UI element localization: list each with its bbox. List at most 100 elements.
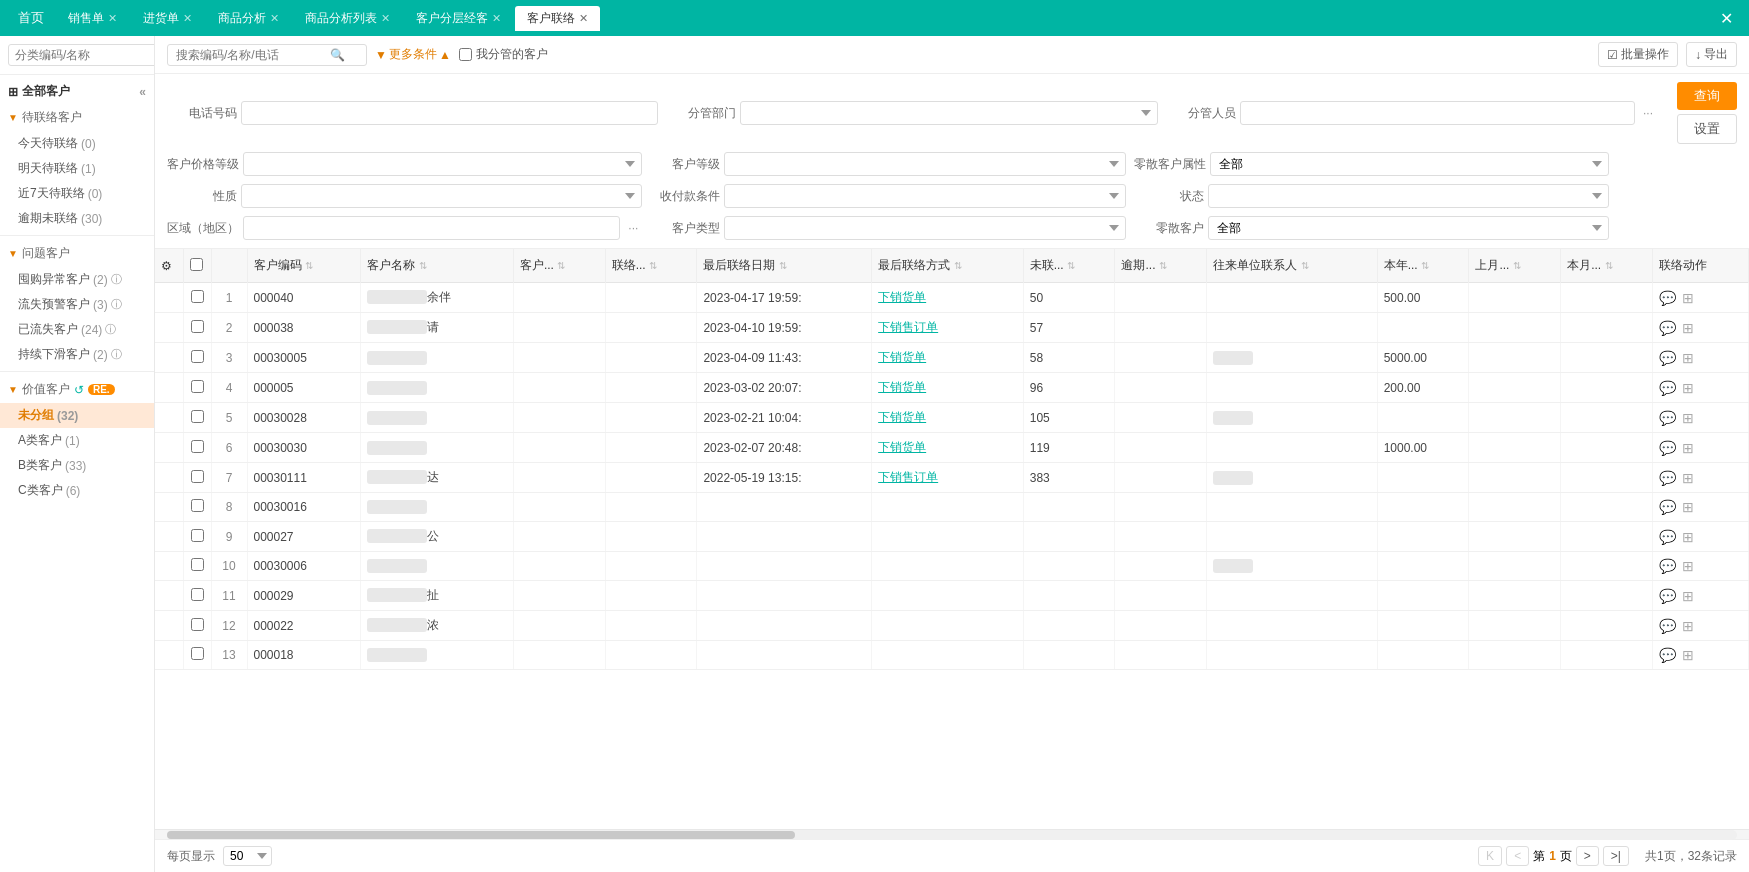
col-no-contact-header[interactable]: 未联... ⇅ (1023, 249, 1115, 283)
last-way-link[interactable]: 下销售订单 (878, 320, 938, 334)
last-way-link[interactable]: 下销售订单 (878, 470, 938, 484)
col-checkbox-cell[interactable] (183, 373, 211, 403)
status-select[interactable] (1208, 184, 1609, 208)
nav-home[interactable]: 首页 (8, 5, 54, 31)
sidebar-item-ungrouped[interactable]: 未分组 (32) (0, 403, 154, 428)
nav-tab-customer-contact[interactable]: 客户联络 ✕ (515, 6, 600, 31)
first-page-button[interactable]: K (1478, 846, 1502, 866)
col-type-header[interactable]: 客户... ⇅ (513, 249, 605, 283)
reset-button[interactable]: 设置 (1677, 114, 1737, 144)
message-icon[interactable]: 💬 (1659, 290, 1676, 306)
sidebar-item-a-class[interactable]: A类客户 (1) (0, 428, 154, 453)
message-icon[interactable]: 💬 (1659, 647, 1676, 663)
grid-action-icon[interactable]: ⊞ (1682, 588, 1694, 604)
row-checkbox[interactable] (191, 618, 204, 631)
export-button[interactable]: ↓ 导出 (1686, 42, 1737, 67)
horizontal-scrollbar[interactable] (155, 829, 1749, 839)
close-tab-purchase[interactable]: ✕ (183, 12, 192, 25)
grid-action-icon[interactable]: ⊞ (1682, 647, 1694, 663)
grid-action-icon[interactable]: ⊞ (1682, 320, 1694, 336)
sidebar-collapse-icon[interactable]: « (139, 85, 146, 99)
col-checkbox-cell[interactable] (183, 611, 211, 641)
col-checkbox-all[interactable] (183, 249, 211, 283)
col-checkbox-cell[interactable] (183, 433, 211, 463)
batch-op-button[interactable]: ☑ 批量操作 (1598, 42, 1678, 67)
grid-action-icon[interactable]: ⊞ (1682, 529, 1694, 545)
sidebar-item-overdue-waiting[interactable]: 逾期未联络 (30) (0, 206, 154, 231)
grid-action-icon[interactable]: ⊞ (1682, 499, 1694, 515)
scroll-thumb[interactable] (167, 831, 795, 839)
last-way-link[interactable]: 下销货单 (878, 410, 926, 424)
col-checkbox-cell[interactable] (183, 283, 211, 313)
col-checkbox-cell[interactable] (183, 343, 211, 373)
message-icon[interactable]: 💬 (1659, 320, 1676, 336)
sidebar-problem-section[interactable]: ▼ 问题客户 (0, 240, 154, 267)
col-checkbox-cell[interactable] (183, 641, 211, 670)
customer-level-select[interactable] (724, 152, 1125, 176)
grid-action-icon[interactable]: ⊞ (1682, 290, 1694, 306)
window-close-button[interactable]: ✕ (1712, 9, 1741, 28)
close-tab-product-list[interactable]: ✕ (381, 12, 390, 25)
message-icon[interactable]: 💬 (1659, 440, 1676, 456)
sidebar-item-tomorrow-waiting[interactable]: 明天待联络 (1) (0, 156, 154, 181)
sidebar-item-churn-warning[interactable]: 流失预警客户 (3) ⓘ (0, 292, 154, 317)
col-checkbox-cell[interactable] (183, 463, 211, 493)
message-icon[interactable]: 💬 (1659, 470, 1676, 486)
grid-action-icon[interactable]: ⊞ (1682, 558, 1694, 574)
prev-page-button[interactable]: < (1506, 846, 1529, 866)
retail-attr-select[interactable]: 全部 (1210, 152, 1609, 176)
row-checkbox[interactable] (191, 588, 204, 601)
row-checkbox[interactable] (191, 290, 204, 303)
col-last-date-header[interactable]: 最后联络日期 ⇅ (697, 249, 872, 283)
scroll-track[interactable] (167, 830, 1737, 840)
sidebar-score-section[interactable]: ▼ 价值客户 ↺ RE. (0, 376, 154, 403)
message-icon[interactable]: 💬 (1659, 588, 1676, 604)
sidebar-item-7days-waiting[interactable]: 近7天待联络 (0) (0, 181, 154, 206)
row-checkbox[interactable] (191, 558, 204, 571)
sidebar-item-declining[interactable]: 持续下滑客户 (2) ⓘ (0, 342, 154, 367)
dept-select[interactable] (740, 101, 1157, 125)
refresh-icon[interactable]: ↺ (74, 383, 84, 397)
message-icon[interactable]: 💬 (1659, 529, 1676, 545)
filter-search-box[interactable]: 🔍 (167, 44, 367, 66)
col-checkbox-cell[interactable] (183, 552, 211, 581)
col-last-way-header[interactable]: 最后联络方式 ⇅ (872, 249, 1024, 283)
sidebar-item-today-waiting[interactable]: 今天待联络 (0) (0, 131, 154, 156)
nav-tab-sales[interactable]: 销售单 ✕ (56, 6, 129, 31)
message-icon[interactable]: 💬 (1659, 380, 1676, 396)
col-this-year-header[interactable]: 本年... ⇅ (1377, 249, 1469, 283)
row-checkbox[interactable] (191, 529, 204, 542)
col-checkbox-cell[interactable] (183, 313, 211, 343)
manager-input[interactable] (1240, 101, 1635, 125)
last-way-link[interactable]: 下销货单 (878, 440, 926, 454)
region-dotdot[interactable]: ··· (624, 221, 642, 235)
payment-select[interactable] (724, 184, 1125, 208)
nature-select[interactable] (241, 184, 642, 208)
last-way-link[interactable]: 下销货单 (878, 290, 926, 304)
row-checkbox[interactable] (191, 499, 204, 512)
row-checkbox[interactable] (191, 410, 204, 423)
manager-dotdot[interactable]: ··· (1639, 106, 1657, 120)
grid-action-icon[interactable]: ⊞ (1682, 350, 1694, 366)
nav-tab-purchase[interactable]: 进货单 ✕ (131, 6, 204, 31)
nav-tab-product-analysis[interactable]: 商品分析 ✕ (206, 6, 291, 31)
my-customers-check[interactable] (459, 48, 472, 61)
sidebar-all-customers-header[interactable]: ⊞ 全部客户 « (0, 75, 154, 104)
grid-action-icon[interactable]: ⊞ (1682, 470, 1694, 486)
grid-action-icon[interactable]: ⊞ (1682, 410, 1694, 426)
col-checkbox-cell[interactable] (183, 493, 211, 522)
row-checkbox[interactable] (191, 320, 204, 333)
col-unit-contact-header[interactable]: 往来单位联系人 ⇅ (1207, 249, 1377, 283)
row-checkbox[interactable] (191, 440, 204, 453)
message-icon[interactable]: 💬 (1659, 618, 1676, 634)
phone-input[interactable] (241, 101, 658, 125)
row-checkbox[interactable] (191, 350, 204, 363)
col-checkbox-cell[interactable] (183, 403, 211, 433)
col-checkbox-cell[interactable] (183, 522, 211, 552)
nav-tab-customer-segment[interactable]: 客户分层经客 ✕ (404, 6, 513, 31)
sidebar-item-b-class[interactable]: B类客户 (33) (0, 453, 154, 478)
message-icon[interactable]: 💬 (1659, 499, 1676, 515)
row-checkbox[interactable] (191, 647, 204, 660)
col-name-header[interactable]: 客户名称 ⇅ (361, 249, 514, 283)
query-button[interactable]: 查询 (1677, 82, 1737, 110)
